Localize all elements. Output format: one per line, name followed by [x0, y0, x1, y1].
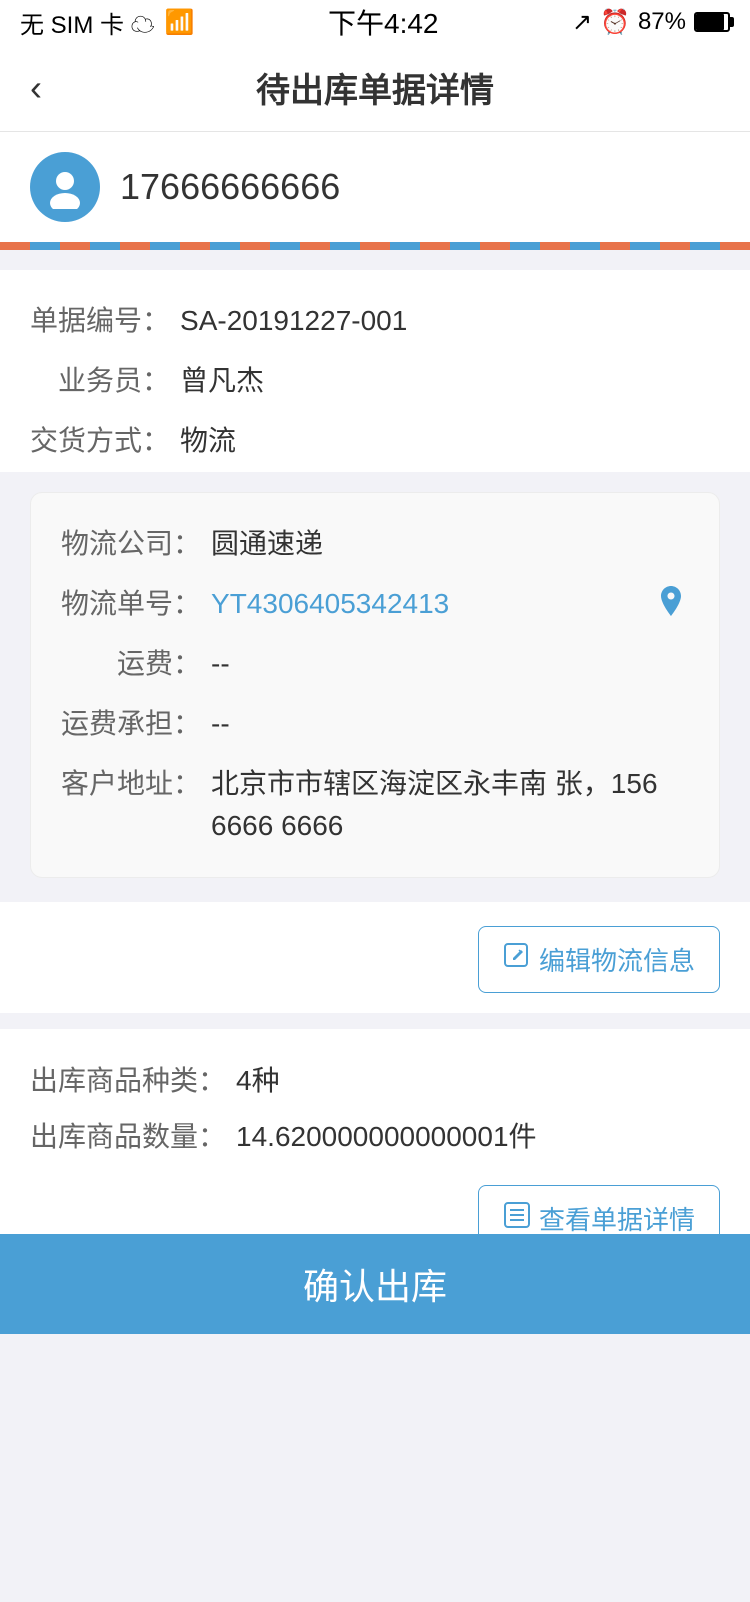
location-icon: ↗	[572, 8, 592, 37]
doc-number-row: 单据编号： SA-20191227-001	[30, 300, 720, 342]
edit-icon	[503, 942, 531, 977]
logistics-company-row: 物流公司： 圆通速递	[61, 523, 689, 565]
sales-person-label: 业务员：	[30, 360, 170, 402]
list-icon	[503, 1201, 531, 1236]
delivery-method-value: 物流	[180, 420, 720, 462]
person-icon	[43, 165, 87, 209]
freight-row: 运费： --	[61, 643, 689, 685]
product-qty-label: 出库商品数量：	[30, 1115, 226, 1155]
product-qty-value: 14.620000000000001件	[236, 1115, 720, 1155]
edit-logistics-button-wrap: 编辑物流信息	[0, 902, 750, 1013]
edit-logistics-label: 编辑物流信息	[539, 941, 695, 978]
battery-label: 87%	[638, 8, 686, 36]
delivery-method-row: 交货方式： 物流	[30, 420, 720, 462]
sim-label: 无 SIM 卡 ☁	[20, 5, 155, 40]
tracking-number-row: 物流单号： YT4306405342413	[61, 583, 689, 625]
sales-person-row: 业务员： 曾凡杰	[30, 360, 720, 402]
view-details-label: 查看单据详情	[539, 1200, 695, 1237]
product-types-label: 出库商品种类：	[30, 1059, 226, 1099]
product-qty-row: 出库商品数量： 14.620000000000001件	[30, 1115, 720, 1155]
tracking-value: YT4306405342413	[211, 583, 639, 625]
doc-number-value: SA-20191227-001	[180, 300, 720, 342]
avatar	[30, 152, 100, 222]
location-pin-icon[interactable]	[653, 583, 689, 619]
document-info-section: 单据编号： SA-20191227-001 业务员： 曾凡杰 交货方式： 物流	[0, 270, 750, 472]
product-types-value: 4种	[236, 1059, 720, 1099]
status-right: ↗ ⏰ 87%	[572, 8, 730, 37]
address-row: 客户地址： 北京市市辖区海淀区永丰南 张，156 6666 6666	[61, 763, 689, 847]
freight-value: --	[211, 643, 689, 685]
freight-bear-label: 运费承担：	[61, 703, 201, 745]
doc-number-label: 单据编号：	[30, 300, 170, 342]
battery-icon	[694, 12, 730, 32]
logistics-company-value: 圆通速递	[211, 523, 689, 565]
product-types-row: 出库商品种类： 4种	[30, 1059, 720, 1099]
back-button[interactable]: ‹	[30, 67, 42, 109]
tracking-label: 物流单号：	[61, 583, 201, 625]
sales-person-value: 曾凡杰	[180, 360, 720, 402]
edit-logistics-button[interactable]: 编辑物流信息	[478, 926, 720, 993]
logistics-card: 物流公司： 圆通速递 物流单号： YT4306405342413 运费： -- …	[30, 492, 720, 878]
section-divider	[0, 1013, 750, 1029]
wifi-icon: 📶	[165, 8, 195, 37]
status-left: 无 SIM 卡 ☁ 📶	[20, 5, 195, 40]
bottom-bar: 确认出库	[0, 1234, 750, 1334]
delivery-method-label: 交货方式：	[30, 420, 170, 462]
outbound-section: 出库商品种类： 4种 出库商品数量： 14.620000000000001件	[0, 1029, 750, 1185]
freight-bear-row: 运费承担： --	[61, 703, 689, 745]
nav-bar: ‹ 待出库单据详情	[0, 44, 750, 132]
alarm-icon: ⏰	[600, 8, 630, 37]
status-bar: 无 SIM 卡 ☁ 📶 下午4:42 ↗ ⏰ 87%	[0, 0, 750, 44]
user-phone: 17666666666	[120, 166, 340, 208]
address-label: 客户地址：	[61, 763, 201, 805]
status-time: 下午4:42	[328, 2, 439, 42]
freight-label: 运费：	[61, 643, 201, 685]
page-title: 待出库单据详情	[256, 63, 494, 112]
user-header: 17666666666	[0, 132, 750, 242]
confirm-outbound-button[interactable]: 确认出库	[0, 1234, 750, 1334]
dashed-divider	[0, 242, 750, 250]
freight-bear-value: --	[211, 703, 689, 745]
logistics-company-label: 物流公司：	[61, 523, 201, 565]
address-value: 北京市市辖区海淀区永丰南 张，156 6666 6666	[211, 763, 689, 847]
